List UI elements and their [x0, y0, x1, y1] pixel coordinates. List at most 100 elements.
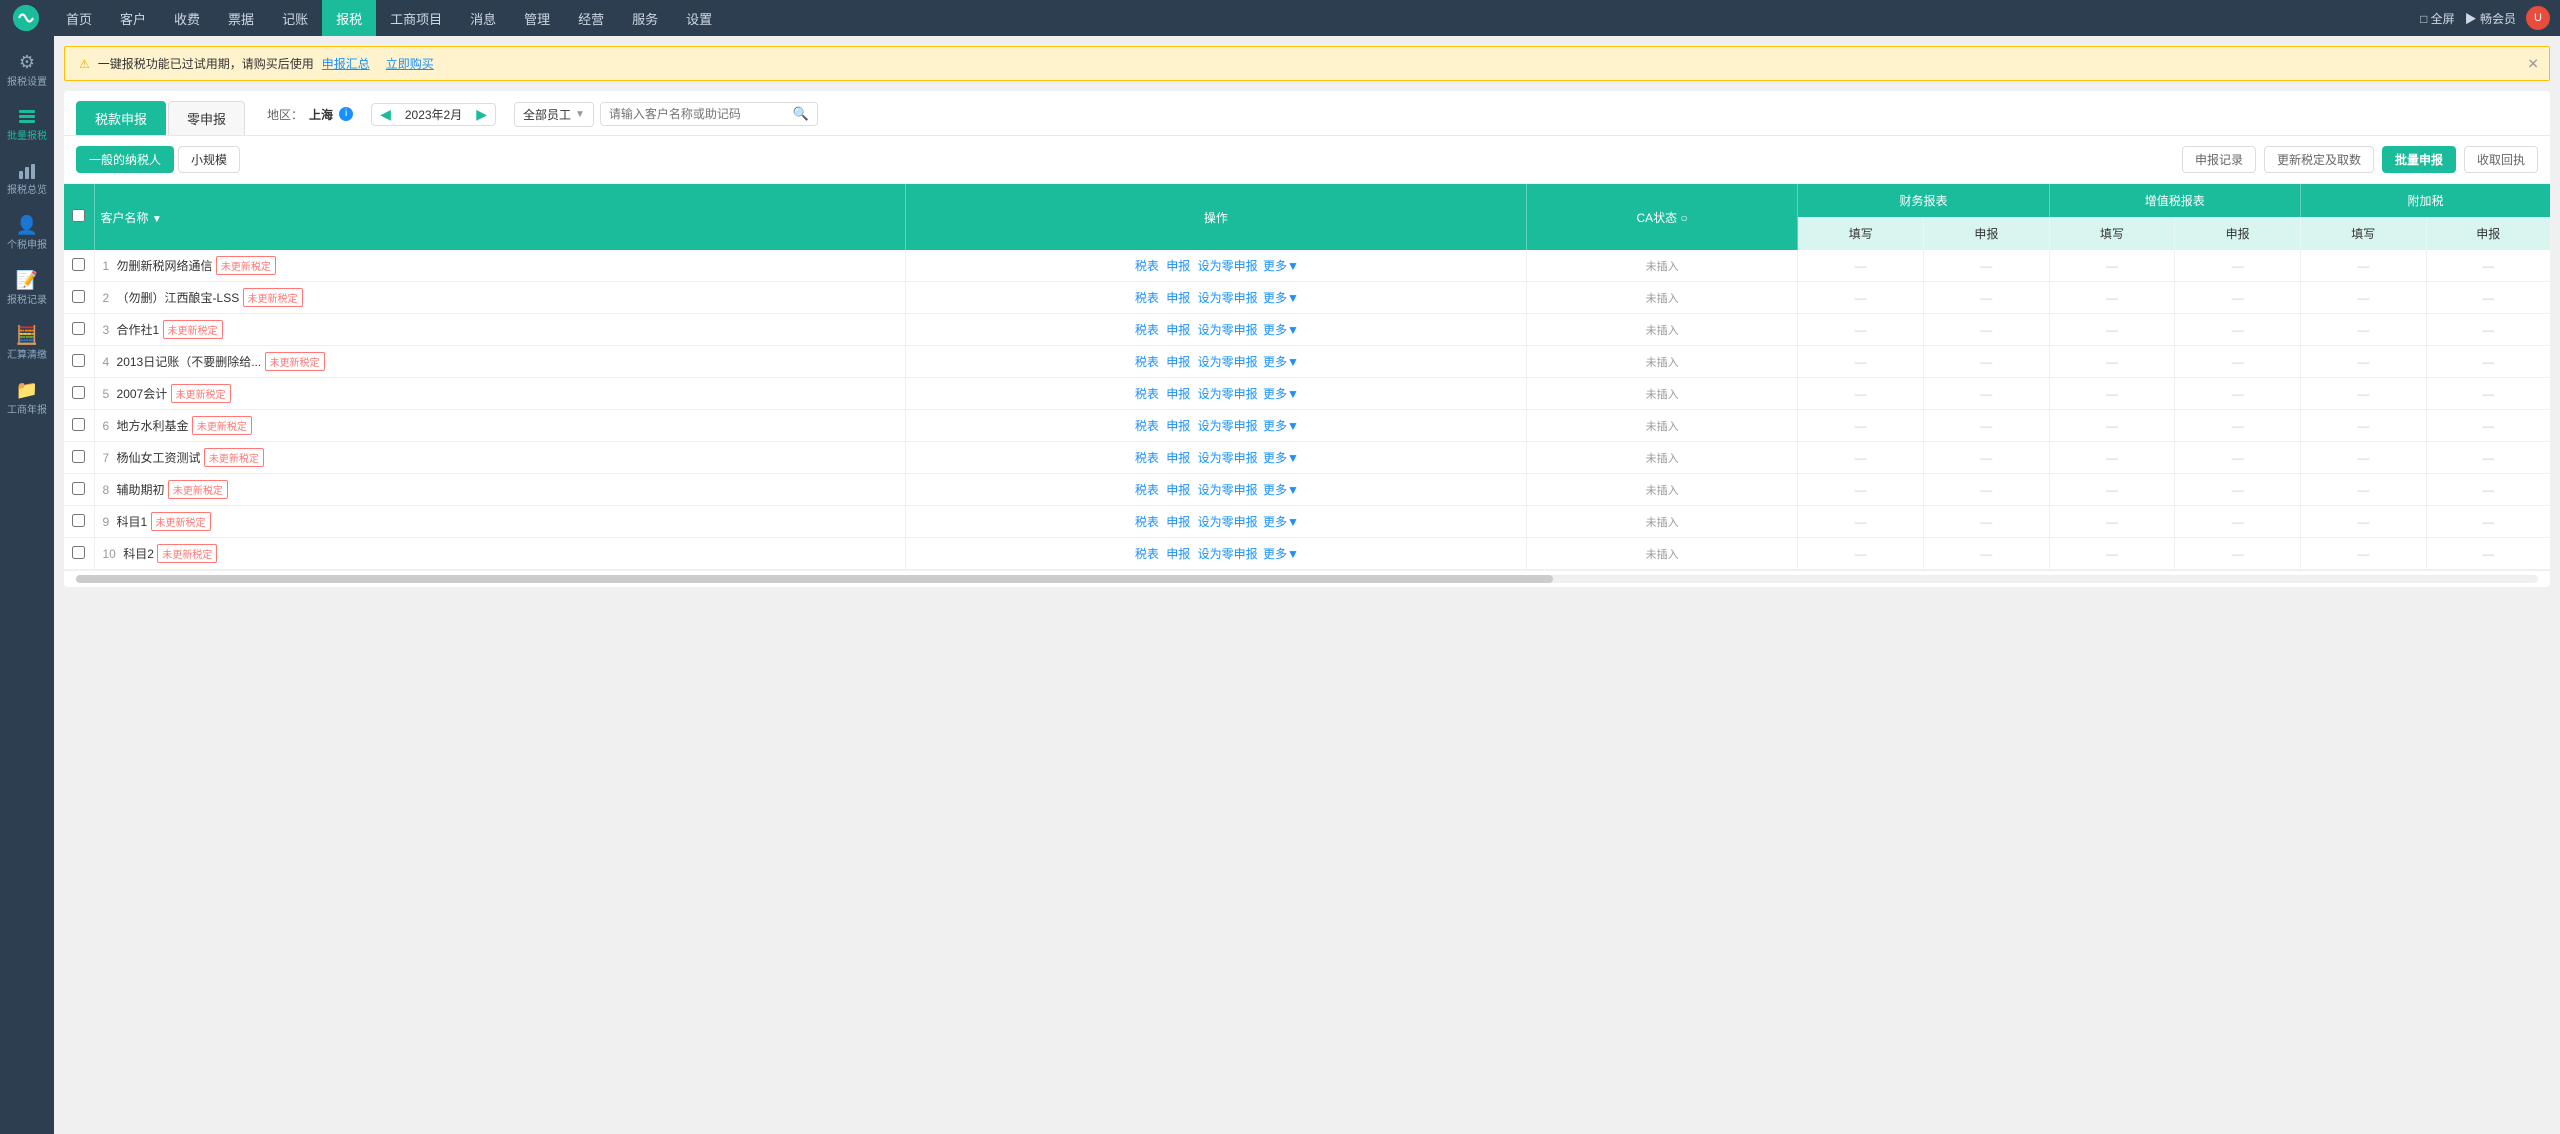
declare-btn-3[interactable]: 申报	[1166, 323, 1190, 337]
avatar[interactable]: U	[2526, 6, 2550, 30]
set-zero-btn-8[interactable]: 设为零申报	[1198, 483, 1258, 497]
declare-btn-7[interactable]: 申报	[1166, 451, 1190, 465]
tax-table-btn-10[interactable]: 税表	[1135, 547, 1159, 561]
sub-tab-small[interactable]: 小规模	[178, 146, 240, 173]
row-checkbox-4[interactable]	[72, 354, 85, 367]
more-btn-1[interactable]: 更多▼	[1263, 259, 1299, 273]
sidebar-item-tax-records[interactable]: 📝 报税记录	[2, 262, 52, 313]
more-btn-5[interactable]: 更多▼	[1263, 387, 1299, 401]
search-icon[interactable]: 🔍	[793, 106, 809, 122]
batch-declaration-btn[interactable]: 批量申报	[2382, 146, 2456, 173]
nav-bookkeeping[interactable]: 记账	[268, 0, 322, 36]
tax-table-btn-4[interactable]: 税表	[1135, 355, 1159, 369]
set-zero-btn-7[interactable]: 设为零申报	[1198, 451, 1258, 465]
more-btn-9[interactable]: 更多▼	[1263, 515, 1299, 529]
tab-zero-declaration[interactable]: 零申报	[168, 101, 245, 135]
nav-manage[interactable]: 管理	[510, 0, 564, 36]
declare-btn-5[interactable]: 申报	[1166, 387, 1190, 401]
nav-service[interactable]: 服务	[618, 0, 672, 36]
row-checkbox-8[interactable]	[72, 482, 85, 495]
banner-link-summary[interactable]: 申报汇总	[322, 55, 370, 72]
collect-receipt-btn[interactable]: 收取回执	[2464, 146, 2538, 173]
nav-billing[interactable]: 收费	[160, 0, 214, 36]
tax-table-btn-9[interactable]: 税表	[1135, 515, 1159, 529]
sidebar-item-tax-settings[interactable]: ⚙ 报税设置	[2, 44, 52, 95]
row-checkbox-2[interactable]	[72, 290, 85, 303]
tax-table-btn-8[interactable]: 税表	[1135, 483, 1159, 497]
declare-btn-2[interactable]: 申报	[1166, 291, 1190, 305]
th-ca-status: CA状态 ○	[1526, 184, 1798, 250]
sidebar-item-annual-settlement[interactable]: 🧮 汇算清缴	[2, 317, 52, 368]
cell-name-1: 1 勿删新税网络通信 未更新税定	[94, 250, 905, 282]
sidebar-item-batch-tax[interactable]: 批量报税	[2, 99, 52, 149]
row-checkbox-5[interactable]	[72, 386, 85, 399]
declare-btn-6[interactable]: 申报	[1166, 419, 1190, 433]
dept-select[interactable]: 全部员工 ▼	[514, 102, 594, 127]
more-btn-10[interactable]: 更多▼	[1263, 547, 1299, 561]
row-checkbox-7[interactable]	[72, 450, 85, 463]
info-icon[interactable]: i	[339, 107, 353, 121]
cell-ca-4: 未插入	[1526, 346, 1798, 378]
tax-table-btn-1[interactable]: 税表	[1135, 259, 1159, 273]
set-zero-btn-4[interactable]: 设为零申报	[1198, 355, 1258, 369]
overview-icon	[17, 161, 37, 181]
row-checkbox-3[interactable]	[72, 322, 85, 335]
nav-customer[interactable]: 客户	[106, 0, 160, 36]
declare-btn-8[interactable]: 申报	[1166, 483, 1190, 497]
nav-business[interactable]: 工商项目	[376, 0, 456, 36]
set-zero-btn-5[interactable]: 设为零申报	[1198, 387, 1258, 401]
search-input[interactable]	[609, 107, 789, 121]
current-date: 2023年2月	[397, 106, 470, 123]
sidebar-item-personal-tax[interactable]: 👤 个税申报	[2, 207, 52, 258]
horizontal-scrollbar[interactable]	[64, 570, 2550, 587]
update-tax-btn[interactable]: 更新税定及取数	[2264, 146, 2374, 173]
banner-close-btn[interactable]: ✕	[2527, 55, 2539, 72]
nav-tax[interactable]: 报税	[322, 0, 376, 36]
cell-ops-2: 税表 申报 设为零申报 更多▼	[905, 282, 1526, 314]
declare-btn-10[interactable]: 申报	[1166, 547, 1190, 561]
cell-ca-2: 未插入	[1526, 282, 1798, 314]
set-zero-btn-1[interactable]: 设为零申报	[1198, 259, 1258, 273]
tab-tax-declaration[interactable]: 税款申报	[76, 101, 166, 135]
set-zero-btn-3[interactable]: 设为零申报	[1198, 323, 1258, 337]
prev-date-btn[interactable]: ◀	[378, 106, 393, 123]
declare-btn-1[interactable]: 申报	[1166, 259, 1190, 273]
sidebar-item-annual-report[interactable]: 📁 工商年报	[2, 372, 52, 423]
tax-table-btn-6[interactable]: 税表	[1135, 419, 1159, 433]
declare-btn-4[interactable]: 申报	[1166, 355, 1190, 369]
set-zero-btn-9[interactable]: 设为零申报	[1198, 515, 1258, 529]
row-checkbox-9[interactable]	[72, 514, 85, 527]
nav-home[interactable]: 首页	[52, 0, 106, 36]
more-btn-7[interactable]: 更多▼	[1263, 451, 1299, 465]
more-btn-2[interactable]: 更多▼	[1263, 291, 1299, 305]
row-checkbox-10[interactable]	[72, 546, 85, 559]
tax-table-btn-2[interactable]: 税表	[1135, 291, 1159, 305]
set-zero-btn-6[interactable]: 设为零申报	[1198, 419, 1258, 433]
row-checkbox-6[interactable]	[72, 418, 85, 431]
cell-ops-8: 税表 申报 设为零申报 更多▼	[905, 474, 1526, 506]
row-checkbox-1[interactable]	[72, 258, 85, 271]
more-btn-8[interactable]: 更多▼	[1263, 483, 1299, 497]
set-zero-btn-10[interactable]: 设为零申报	[1198, 547, 1258, 561]
upgrade-btn[interactable]: ▶ 畅会员	[2465, 10, 2516, 27]
declare-btn-9[interactable]: 申报	[1166, 515, 1190, 529]
nav-invoice[interactable]: 票据	[214, 0, 268, 36]
more-btn-3[interactable]: 更多▼	[1263, 323, 1299, 337]
declaration-records-btn[interactable]: 申报记录	[2182, 146, 2256, 173]
fullscreen-btn[interactable]: □ 全屏	[2420, 10, 2455, 27]
select-all-checkbox[interactable]	[72, 209, 85, 222]
sub-tab-general[interactable]: 一般的纳税人	[76, 146, 174, 173]
nav-message[interactable]: 消息	[456, 0, 510, 36]
sidebar-item-tax-overview[interactable]: 报税总览	[2, 153, 52, 203]
tax-table-btn-3[interactable]: 税表	[1135, 323, 1159, 337]
more-btn-6[interactable]: 更多▼	[1263, 419, 1299, 433]
more-btn-4[interactable]: 更多▼	[1263, 355, 1299, 369]
tax-table-btn-5[interactable]: 税表	[1135, 387, 1159, 401]
next-date-btn[interactable]: ▶	[474, 106, 489, 123]
tax-table-btn-7[interactable]: 税表	[1135, 451, 1159, 465]
nav-operation[interactable]: 经营	[564, 0, 618, 36]
set-zero-btn-2[interactable]: 设为零申报	[1198, 291, 1258, 305]
banner-link-buy[interactable]: 立即购买	[386, 55, 434, 72]
th-vat-declare: 申报	[2175, 217, 2301, 250]
nav-settings[interactable]: 设置	[672, 0, 726, 36]
